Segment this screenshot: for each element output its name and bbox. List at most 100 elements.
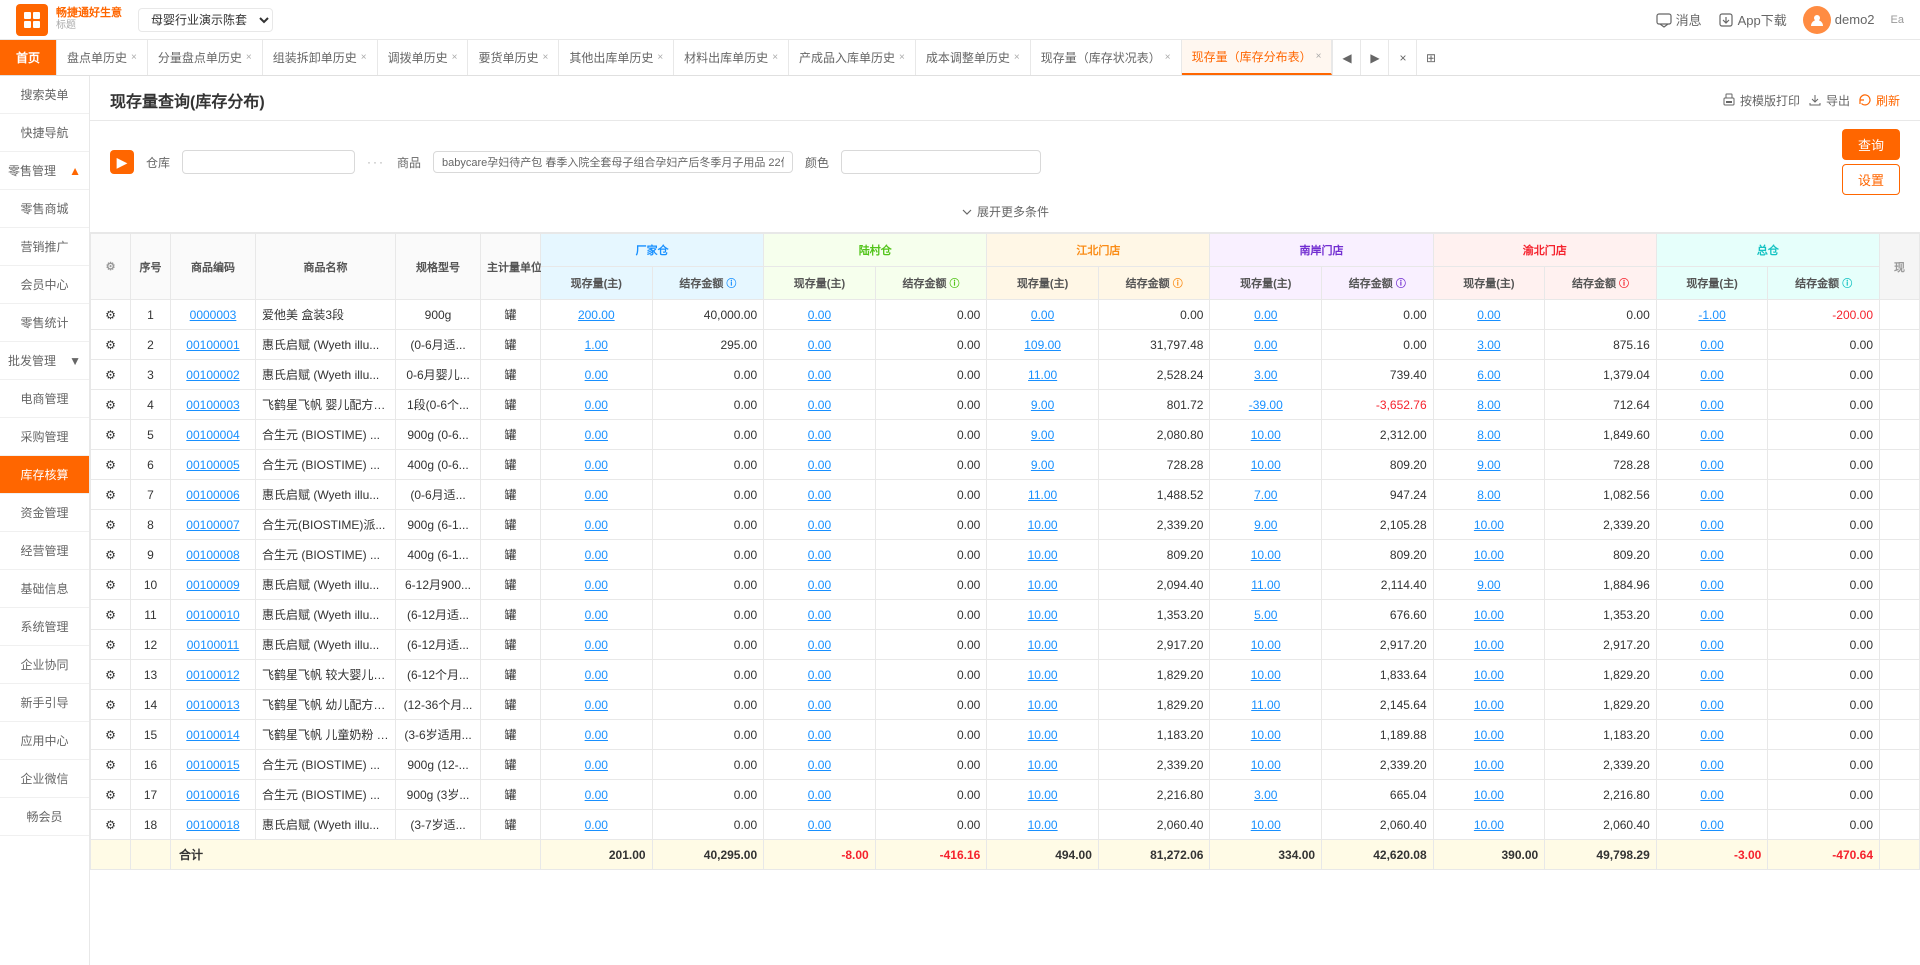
tab-product-in[interactable]: 产成品入库单历史 × [789, 40, 916, 75]
cell-na-qty[interactable]: 10.00 [1210, 810, 1322, 840]
cell-jb-qty[interactable]: 9.00 [987, 450, 1099, 480]
cell-land-qty[interactable]: 0.00 [764, 390, 876, 420]
cell-code[interactable]: 00100005 [171, 450, 256, 480]
cell-code[interactable]: 00100004 [171, 420, 256, 450]
cell-code[interactable]: 00100016 [171, 780, 256, 810]
tab-stock-dist[interactable]: 现存量（库存分布表） × [1182, 40, 1333, 75]
cell-gear[interactable]: ⚙ [91, 390, 131, 420]
setting-btn[interactable]: 设置 [1842, 164, 1900, 195]
cell-na-qty[interactable]: 10.00 [1210, 720, 1322, 750]
tab-other-out[interactable]: 其他出库单历史 × [559, 40, 674, 75]
cell-total-qty[interactable]: 0.00 [1656, 570, 1768, 600]
cell-yb-qty[interactable]: 10.00 [1433, 630, 1545, 660]
demo-selector[interactable]: 母婴行业演示陈套 [138, 8, 273, 32]
cell-land-qty[interactable]: 0.00 [764, 510, 876, 540]
cell-code[interactable]: 00100010 [171, 600, 256, 630]
cell-total-qty[interactable]: 0.00 [1656, 480, 1768, 510]
cell-jb-qty[interactable]: 10.00 [987, 600, 1099, 630]
cell-land-qty[interactable]: 0.00 [764, 660, 876, 690]
tab-inventory[interactable]: 盘点单历史 × [57, 40, 148, 75]
cell-code[interactable]: 00100011 [171, 630, 256, 660]
sidebar-item-corp[interactable]: 企业协同 [0, 646, 89, 684]
cell-yb-qty[interactable]: 10.00 [1433, 720, 1545, 750]
sidebar-item-basic[interactable]: 基础信息 [0, 570, 89, 608]
cell-land-qty[interactable]: 0.00 [764, 420, 876, 450]
export-btn[interactable]: 导出 [1808, 92, 1850, 109]
product-input[interactable] [433, 151, 793, 173]
cell-yb-qty[interactable]: 8.00 [1433, 480, 1545, 510]
sidebar-item-ecom[interactable]: 电商管理 [0, 380, 89, 418]
cell-factory-qty[interactable]: 0.00 [541, 480, 653, 510]
tab-cost[interactable]: 成本调整单历史 × [916, 40, 1031, 75]
cell-land-qty[interactable]: 0.00 [764, 600, 876, 630]
tab-close-product[interactable]: × [899, 52, 905, 63]
cell-total-qty[interactable]: 0.00 [1656, 330, 1768, 360]
cell-total-qty[interactable]: 0.00 [1656, 360, 1768, 390]
sidebar-item-member[interactable]: 会员中心 [0, 266, 89, 304]
sidebar-item-guide[interactable]: 新手引导 [0, 684, 89, 722]
tab-close-dist[interactable]: × [1316, 51, 1322, 62]
cell-gear[interactable]: ⚙ [91, 540, 131, 570]
cell-yb-qty[interactable]: 10.00 [1433, 660, 1545, 690]
cell-gear[interactable]: ⚙ [91, 570, 131, 600]
tab-home[interactable]: 首页 [0, 40, 57, 75]
cell-land-qty[interactable]: 0.00 [764, 750, 876, 780]
sidebar-item-warehouse[interactable]: 库存核算 [0, 456, 89, 494]
cell-code[interactable]: 00100014 [171, 720, 256, 750]
filter-collapse-btn[interactable]: ▶ [110, 150, 134, 174]
cell-gear[interactable]: ⚙ [91, 750, 131, 780]
sidebar-item-app-center[interactable]: 应用中心 [0, 722, 89, 760]
cell-gear[interactable]: ⚙ [91, 450, 131, 480]
cell-na-qty[interactable]: 11.00 [1210, 570, 1322, 600]
warehouse-input[interactable] [182, 150, 355, 174]
cell-yb-qty[interactable]: 10.00 [1433, 600, 1545, 630]
cell-factory-qty[interactable]: 0.00 [541, 450, 653, 480]
cell-yb-qty[interactable]: 0.00 [1433, 300, 1545, 330]
cell-gear[interactable]: ⚙ [91, 660, 131, 690]
cell-total-qty[interactable]: 0.00 [1656, 510, 1768, 540]
cell-yb-qty[interactable]: 8.00 [1433, 420, 1545, 450]
cell-jb-qty[interactable]: 10.00 [987, 720, 1099, 750]
cell-factory-qty[interactable]: 0.00 [541, 420, 653, 450]
cell-code[interactable]: 00100006 [171, 480, 256, 510]
cell-factory-qty[interactable]: 0.00 [541, 360, 653, 390]
table-container[interactable]: ⚙ 序号 商品编码 商品名称 规格型号 主计量单位 厂家仓 陆村仓 江北门店 南… [90, 233, 1920, 965]
sidebar-item-retail[interactable]: 零售管理▲ [0, 152, 89, 190]
cell-yb-qty[interactable]: 10.00 [1433, 510, 1545, 540]
cell-total-qty[interactable]: 0.00 [1656, 390, 1768, 420]
user-area[interactable]: demo2 [1803, 6, 1875, 34]
cell-land-qty[interactable]: 0.00 [764, 300, 876, 330]
tab-close-inventory[interactable]: × [131, 52, 137, 63]
cell-factory-qty[interactable]: 0.00 [541, 750, 653, 780]
cell-yb-qty[interactable]: 10.00 [1433, 690, 1545, 720]
cell-total-qty[interactable]: 0.00 [1656, 750, 1768, 780]
cell-land-qty[interactable]: 0.00 [764, 780, 876, 810]
cell-gear[interactable]: ⚙ [91, 330, 131, 360]
cell-yb-qty[interactable]: 6.00 [1433, 360, 1545, 390]
cell-na-qty[interactable]: 9.00 [1210, 510, 1322, 540]
cell-na-qty[interactable]: 10.00 [1210, 750, 1322, 780]
cell-total-qty[interactable]: 0.00 [1656, 540, 1768, 570]
th-gear[interactable]: ⚙ [91, 234, 131, 300]
sidebar-item-ops[interactable]: 经营管理 [0, 532, 89, 570]
cell-code[interactable]: 00100001 [171, 330, 256, 360]
cell-na-qty[interactable]: 7.00 [1210, 480, 1322, 510]
cell-yb-qty[interactable]: 10.00 [1433, 810, 1545, 840]
cell-land-qty[interactable]: 0.00 [764, 540, 876, 570]
print-btn[interactable]: 按模版打印 [1722, 92, 1800, 109]
cell-jb-qty[interactable]: 10.00 [987, 780, 1099, 810]
cell-factory-qty[interactable]: 0.00 [541, 810, 653, 840]
tab-split-inventory[interactable]: 分量盘点单历史 × [148, 40, 263, 75]
cell-code[interactable]: 00100003 [171, 390, 256, 420]
cell-gear[interactable]: ⚙ [91, 720, 131, 750]
cell-jb-qty[interactable]: 109.00 [987, 330, 1099, 360]
cell-total-qty[interactable]: 0.00 [1656, 630, 1768, 660]
cell-factory-qty[interactable]: 0.00 [541, 720, 653, 750]
cell-jb-qty[interactable]: 10.00 [987, 660, 1099, 690]
cell-factory-qty[interactable]: 0.00 [541, 660, 653, 690]
cell-land-qty[interactable]: 0.00 [764, 330, 876, 360]
tab-order[interactable]: 要货单历史 × [468, 40, 559, 75]
cell-jb-qty[interactable]: 10.00 [987, 540, 1099, 570]
cell-land-qty[interactable]: 0.00 [764, 810, 876, 840]
cell-jb-qty[interactable]: 10.00 [987, 690, 1099, 720]
